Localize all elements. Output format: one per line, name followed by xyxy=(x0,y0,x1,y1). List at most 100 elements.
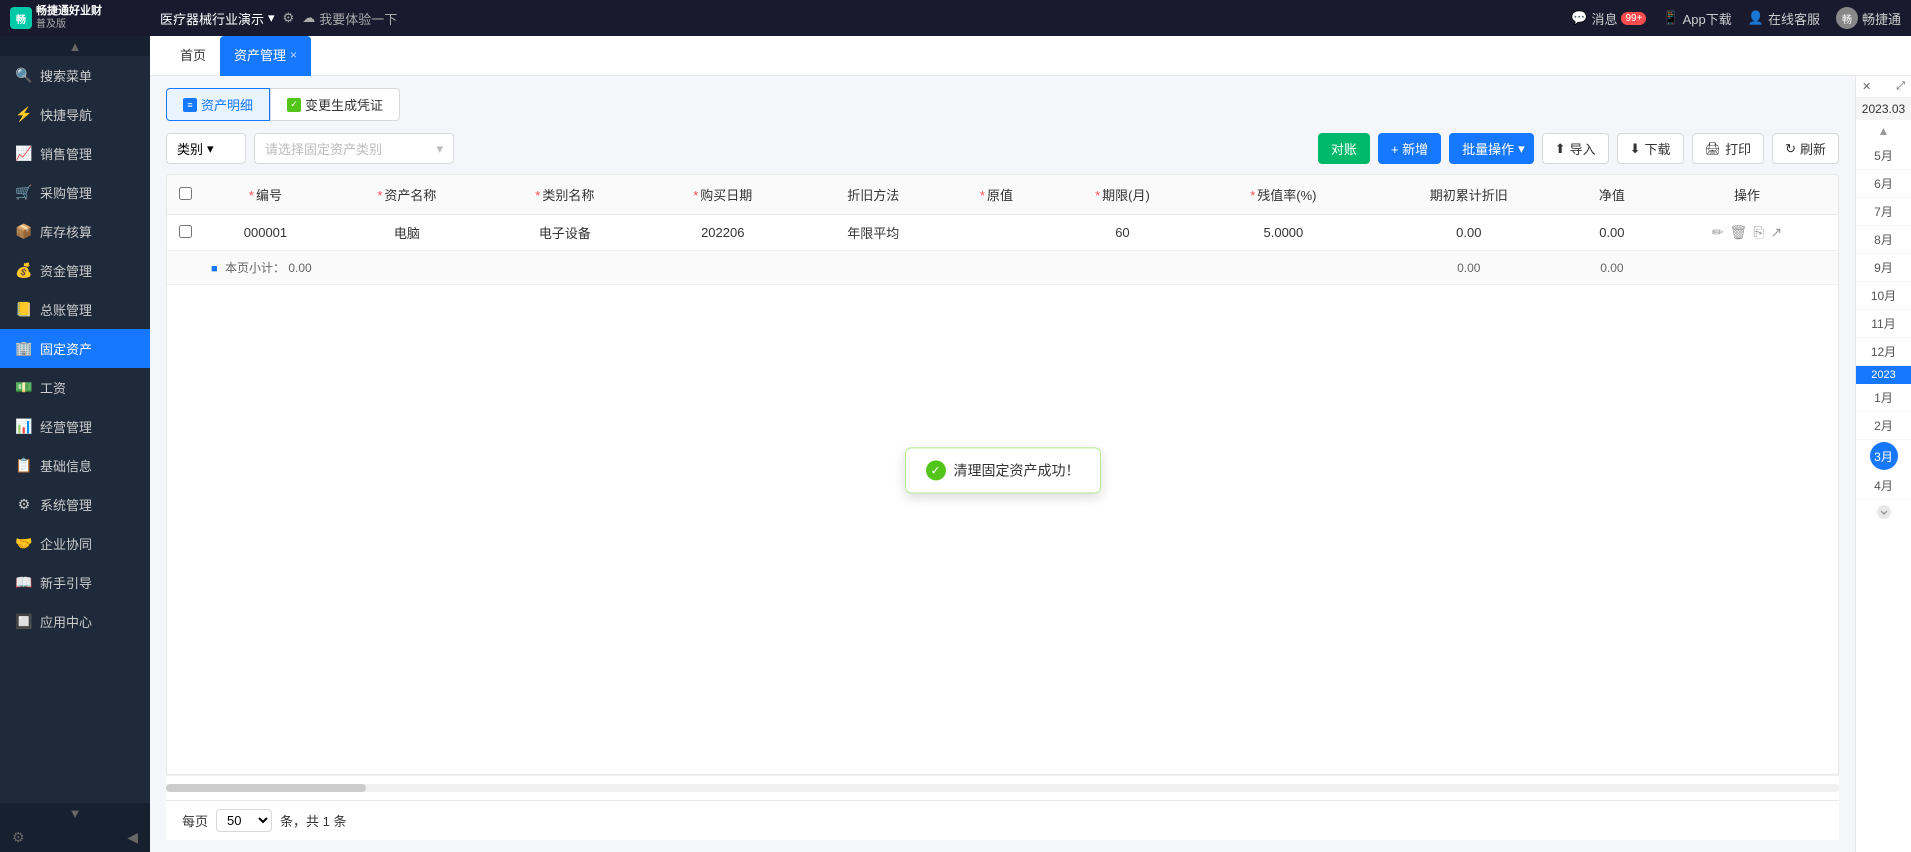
col-depreciation: 折旧方法 xyxy=(802,175,945,215)
cell-residual-rate: 5.0000 xyxy=(1197,215,1370,251)
cal-month-7[interactable]: 7月 xyxy=(1856,198,1911,226)
settings-bottom-icon[interactable]: ⚙ xyxy=(12,829,25,846)
batch-label: 批量操作 xyxy=(1462,139,1514,158)
sidebar-item-operations[interactable]: 📊 经营管理 xyxy=(0,407,150,446)
search-icon: 🔍 xyxy=(16,68,32,84)
collapse-icon[interactable]: ◀ xyxy=(127,829,138,846)
cal-month-5[interactable]: 5月 xyxy=(1856,142,1911,170)
cal-month-3-current[interactable]: 3月 xyxy=(1870,442,1898,470)
cal-month-10[interactable]: 10月 xyxy=(1856,282,1911,310)
tab-home[interactable]: 首页 xyxy=(166,36,220,76)
messages-button[interactable]: 💬 消息 99+ xyxy=(1571,9,1646,28)
download-button[interactable]: ⬇ 下载 xyxy=(1617,133,1684,164)
avatar: 畅 xyxy=(1836,7,1858,29)
toolbar: 类别 ▾ 请选择固定资产类别 ▾ 对账 + 新增 xyxy=(166,133,1839,164)
sub-tab-asset-detail[interactable]: ≡ 资产明细 xyxy=(166,88,270,121)
col-purchase-date: *购买日期 xyxy=(644,175,802,215)
feedback-button[interactable]: ☁ 我要体验一下 xyxy=(302,9,397,28)
import-button[interactable]: ⬆ 导入 xyxy=(1542,133,1609,164)
new-label: + 新增 xyxy=(1391,139,1428,158)
scrollbar-thumb[interactable] xyxy=(166,784,366,792)
category-filter[interactable]: 类别 ▾ xyxy=(166,133,246,164)
down-arrow-icon xyxy=(1876,504,1892,520)
sub-tab-change-voucher-label: 变更生成凭证 xyxy=(305,95,383,114)
sidebar-item-quick-nav[interactable]: ⚡ 快捷导航 xyxy=(0,95,150,134)
company-selector[interactable]: 医疗器械行业演示 ▾ xyxy=(160,9,275,28)
sidebar-item-purchase[interactable]: 🛒 采购管理 xyxy=(0,173,150,212)
cal-month-4[interactable]: 4月 xyxy=(1856,472,1911,500)
category-dropdown[interactable]: 请选择固定资产类别 ▾ xyxy=(254,133,454,164)
sidebar-item-guide[interactable]: 📖 新手引导 xyxy=(0,563,150,602)
cal-month-11[interactable]: 11月 xyxy=(1856,310,1911,338)
sub-tabs: ≡ 资产明细 ✓ 变更生成凭证 xyxy=(166,88,1839,121)
sidebar-item-label: 销售管理 xyxy=(40,144,92,163)
cal-month-9[interactable]: 9月 xyxy=(1856,254,1911,282)
cal-scroll-down[interactable] xyxy=(1856,500,1911,527)
tab-close-icon[interactable]: × xyxy=(290,48,297,62)
new-button[interactable]: + 新增 xyxy=(1378,133,1441,164)
sidebar-item-inventory[interactable]: 📦 库存核算 xyxy=(0,212,150,251)
logo-icon: 畅 xyxy=(10,7,32,29)
feedback-label: 我要体验一下 xyxy=(319,9,397,28)
total-label: 条，共 1 条 xyxy=(280,811,346,830)
sidebar-item-funds[interactable]: 💰 资金管理 xyxy=(0,251,150,290)
sidebar-item-fixed-assets[interactable]: 🏢 固定资产 xyxy=(0,329,150,368)
sidebar-scroll-down[interactable]: ▼ xyxy=(0,803,150,823)
sidebar-item-system[interactable]: ⚙ 系统管理 xyxy=(0,485,150,524)
sub-tab-change-voucher[interactable]: ✓ 变更生成凭证 xyxy=(270,88,400,121)
sidebar-item-ledger[interactable]: 📒 总账管理 xyxy=(0,290,150,329)
enterprise-icon: 🤝 xyxy=(16,536,32,552)
copy-icon[interactable]: ⎘ xyxy=(1753,224,1764,241)
cal-month-6[interactable]: 6月 xyxy=(1856,170,1911,198)
cell-code: 000001 xyxy=(203,215,328,251)
inventory-icon: 📦 xyxy=(16,224,32,240)
row-checkbox[interactable] xyxy=(179,225,192,238)
settings-button[interactable]: ⚙ xyxy=(283,10,295,26)
dropdown-icon: ▾ xyxy=(268,10,275,26)
print-button[interactable]: 🖨 打印 xyxy=(1692,133,1765,164)
cal-month-12[interactable]: 12月 xyxy=(1856,338,1911,366)
expand-cal-icon[interactable]: ⤢ xyxy=(1896,80,1905,93)
toast-overlay: ✓ 清理固定资产成功！ xyxy=(905,447,1101,493)
reconcile-button[interactable]: 对账 xyxy=(1318,133,1370,164)
assets-table: *编号 *资产名称 *类别名称 *购买日期 折旧方法 *原值 *期限(月) *残… xyxy=(167,175,1838,285)
sidebar-item-label: 新手引导 xyxy=(40,573,92,592)
cal-month-1[interactable]: 1月 xyxy=(1856,384,1911,412)
tab-asset-management[interactable]: 资产管理 × xyxy=(220,36,311,76)
sidebar-item-sales[interactable]: 📈 销售管理 xyxy=(0,134,150,173)
sidebar-item-basic-info[interactable]: 📋 基础信息 xyxy=(0,446,150,485)
select-all-checkbox[interactable] xyxy=(179,187,192,200)
sub-tab-asset-detail-label: 资产明细 xyxy=(201,95,253,114)
refresh-button[interactable]: ↻ 刷新 xyxy=(1772,133,1839,164)
app-download-button[interactable]: 📱 App下载 xyxy=(1662,9,1731,28)
subtotal-label: 本页小计： xyxy=(225,261,285,275)
cell-purchase-date: 202206 xyxy=(644,215,802,251)
cal-month-2[interactable]: 2月 xyxy=(1856,412,1911,440)
sidebar-item-payroll[interactable]: 💵 工资 xyxy=(0,368,150,407)
sidebar-item-search[interactable]: 🔍 搜索菜单 xyxy=(0,56,150,95)
sidebar-item-label: 快捷导航 xyxy=(40,105,92,124)
close-cal-icon[interactable]: ✕ xyxy=(1862,80,1871,93)
cal-header: ✕ ⤢ xyxy=(1856,76,1911,98)
per-page-select[interactable]: 50 100 200 xyxy=(216,809,272,832)
online-service-button[interactable]: 👤 在线客服 xyxy=(1748,9,1820,28)
feedback-icon: ☁ xyxy=(302,10,315,26)
cal-scroll-up[interactable]: ▲ xyxy=(1856,120,1911,142)
cal-month-8[interactable]: 8月 xyxy=(1856,226,1911,254)
sidebar-item-label: 工资 xyxy=(40,378,66,397)
more-icon[interactable]: ↗ xyxy=(1771,224,1783,241)
sidebar-item-app-center[interactable]: 🔲 应用中心 xyxy=(0,602,150,641)
user-menu[interactable]: 畅 畅捷通 xyxy=(1836,7,1901,29)
tabs-bar: 首页 资产管理 × xyxy=(150,36,1911,76)
delete-icon[interactable]: 🗑 xyxy=(1730,224,1748,241)
edit-icon[interactable]: ✏ xyxy=(1712,224,1724,241)
batch-operations-button[interactable]: 批量操作 ▾ xyxy=(1449,133,1534,164)
tab-home-label: 首页 xyxy=(180,45,206,64)
cal-year-tag: 2023 xyxy=(1856,366,1911,384)
action-icons: ✏ 🗑 ⎘ ↗ xyxy=(1664,224,1830,241)
horizontal-scrollbar[interactable] xyxy=(166,775,1839,800)
refresh-icon: ↻ xyxy=(1785,141,1796,157)
sidebar-scroll-up[interactable]: ▲ xyxy=(0,36,150,56)
sidebar-item-enterprise[interactable]: 🤝 企业协同 xyxy=(0,524,150,563)
change-voucher-icon: ✓ xyxy=(287,98,301,112)
